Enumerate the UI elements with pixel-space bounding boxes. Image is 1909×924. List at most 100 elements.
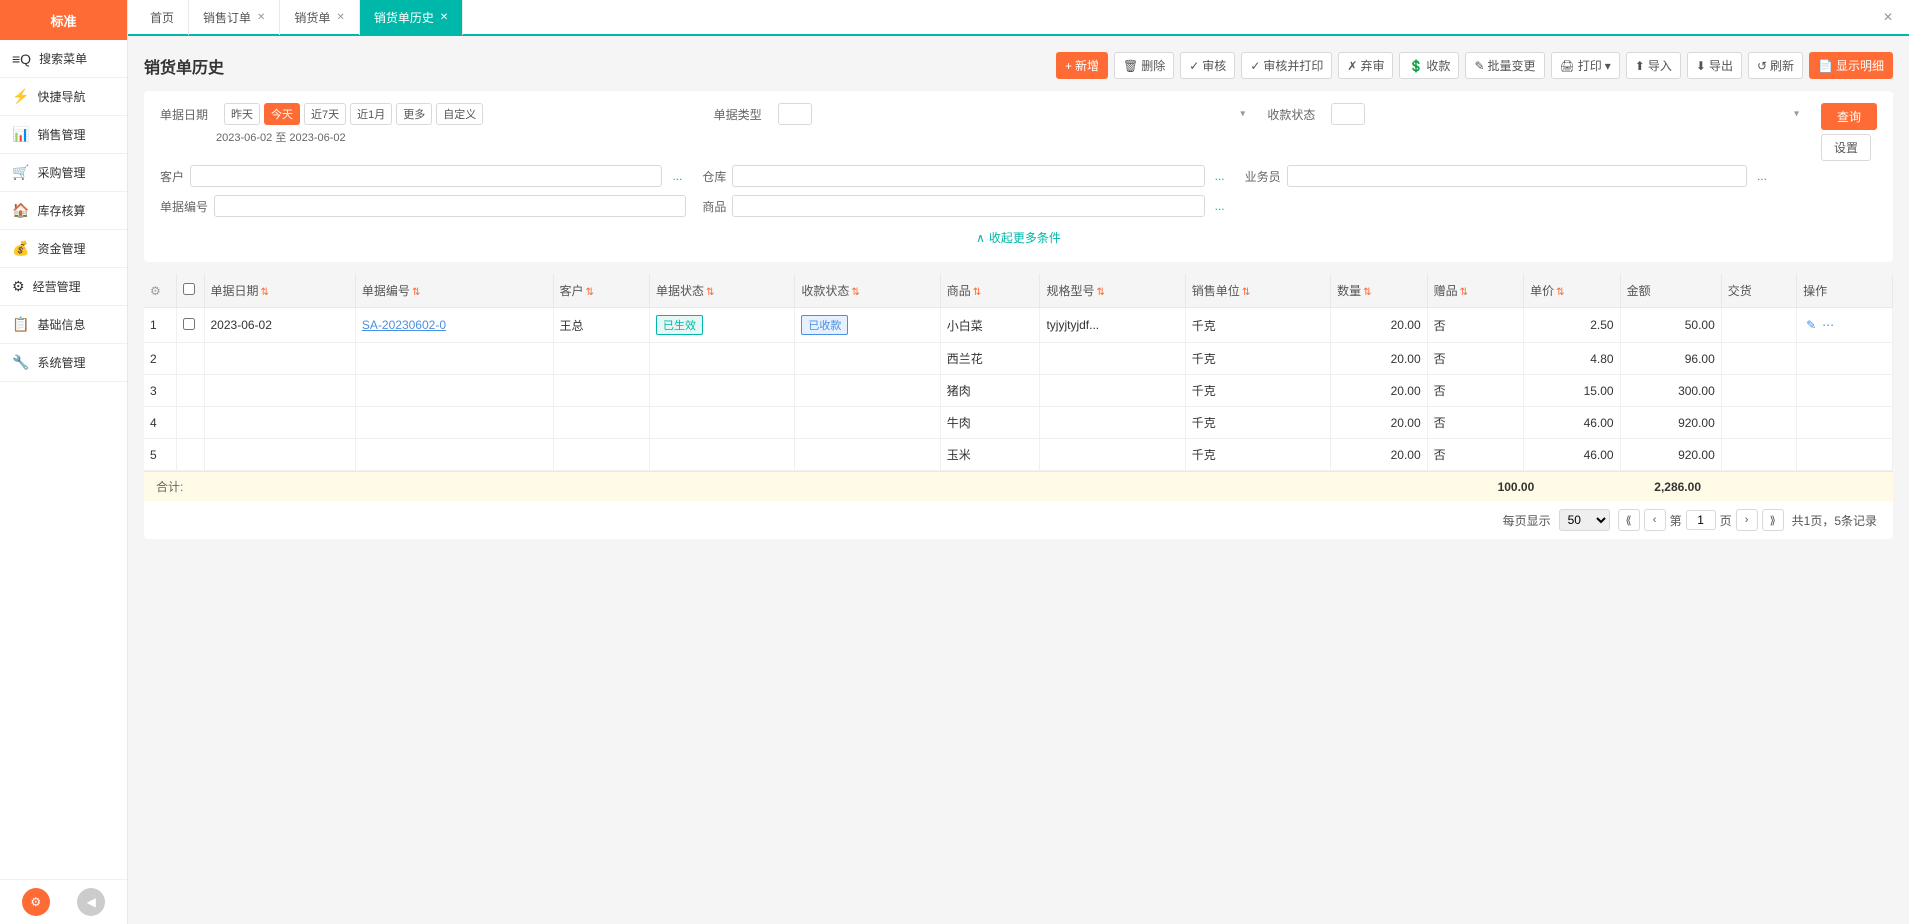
tab-close-sales-goods[interactable]: ✕ <box>336 12 344 23</box>
sidebar-item-search-menu[interactable]: ≡Q 搜索菜单 <box>0 40 127 78</box>
sidebar-item-basic-info[interactable]: 📋 基础信息 <box>0 306 127 344</box>
cell-gift: 否 <box>1427 343 1523 375</box>
setting-button[interactable]: 设置 <box>1821 134 1871 161</box>
sidebar-item-purchase-mgmt[interactable]: 🛒 采购管理 <box>0 154 127 192</box>
show-detail-button[interactable]: 📄 显示明细 <box>1809 52 1893 79</box>
goods-input[interactable] <box>732 195 1204 217</box>
cell-collect-status <box>795 375 940 407</box>
sidebar-item-label: 搜索菜单 <box>39 50 87 67</box>
tab-close-sales-order[interactable]: ✕ <box>257 12 265 23</box>
collect-button[interactable]: 💲 收款 <box>1399 52 1459 79</box>
tab-close-sales-history[interactable]: ✕ <box>440 12 448 23</box>
print-button[interactable]: 🖨 打印 ▾ <box>1551 52 1620 79</box>
sidebar-settings-btn[interactable]: ⚙ <box>22 888 50 916</box>
per-page-select[interactable]: 50 100 <box>1559 509 1610 531</box>
delete-button[interactable]: 🗑 删除 <box>1114 52 1174 79</box>
goods-ellipsis[interactable]: ... <box>1211 199 1229 213</box>
print-icon: 🖨 <box>1560 59 1575 73</box>
cell-spec <box>1040 439 1185 471</box>
page-first-btn[interactable]: ⟪ <box>1618 509 1640 531</box>
tab-sales-history[interactable]: 销货单历史 ✕ <box>360 0 463 35</box>
col-price[interactable]: 单价⇅ <box>1524 274 1620 308</box>
table-row: 5 玉米 千克 20.00 否 46.00 920.00 <box>144 439 1893 471</box>
salesman-input[interactable] <box>1287 165 1747 187</box>
col-customer[interactable]: 客户⇅ <box>553 274 649 308</box>
col-spec[interactable]: 规格型号⇅ <box>1040 274 1185 308</box>
sidebar-item-inventory[interactable]: 🏠 库存核算 <box>0 192 127 230</box>
cell-price: 15.00 <box>1524 375 1620 407</box>
col-order-status[interactable]: 单据状态⇅ <box>650 274 795 308</box>
date-btn-today[interactable]: 今天 <box>264 103 300 125</box>
sidebar-item-label: 快捷导航 <box>37 88 85 105</box>
page-last-btn[interactable]: ⟫ <box>1762 509 1784 531</box>
query-button[interactable]: 查询 <box>1821 103 1877 130</box>
date-group: 昨天 今天 近7天 近1月 更多 自定义 <box>224 103 483 125</box>
filter-more-btn[interactable]: ∧ 收起更多条件 <box>972 225 1065 250</box>
customer-input[interactable] <box>190 165 662 187</box>
salesman-ellipsis[interactable]: ... <box>1753 169 1771 183</box>
cell-row-num: 1 <box>144 308 176 343</box>
date-btn-yesterday[interactable]: 昨天 <box>224 103 260 125</box>
customer-label: 客户 <box>160 168 184 185</box>
col-collect-status[interactable]: 收款状态⇅ <box>795 274 940 308</box>
sidebar-collapse-btn[interactable]: ◀ <box>77 888 105 916</box>
spec-sort-icon: ⇅ <box>1096 287 1104 298</box>
tab-sales-order[interactable]: 销售订单 ✕ <box>189 0 280 35</box>
order-no-link[interactable]: SA-20230602-0 <box>362 318 446 332</box>
table-gear-icon[interactable]: ⚙ <box>150 284 161 298</box>
cell-date <box>204 439 355 471</box>
audit-button[interactable]: ✓ 审核 <box>1180 52 1235 79</box>
col-date[interactable]: 单据日期⇅ <box>204 274 355 308</box>
more-action-btn[interactable]: ⋯ <box>1822 318 1834 332</box>
col-qty[interactable]: 数量⇅ <box>1331 274 1427 308</box>
sidebar-item-ops-mgmt[interactable]: ⚙ 经营管理 <box>0 268 127 306</box>
sidebar-item-quick-nav[interactable]: ⚡ 快捷导航 <box>0 78 127 116</box>
col-goods[interactable]: 商品⇅ <box>940 274 1040 308</box>
cell-checkbox <box>176 343 204 375</box>
sidebar-item-label: 资金管理 <box>37 240 85 257</box>
collect-select[interactable] <box>1331 103 1365 125</box>
col-unit[interactable]: 销售单位⇅ <box>1185 274 1330 308</box>
customer-ellipsis[interactable]: ... <box>668 169 686 183</box>
page-next-btn[interactable]: › <box>1736 509 1758 531</box>
batch-change-button[interactable]: ✎ 批量变更 <box>1465 52 1544 79</box>
tab-home[interactable]: 首页 <box>136 0 189 35</box>
cell-price: 46.00 <box>1524 407 1620 439</box>
cell-order-no <box>355 439 553 471</box>
sidebar-item-sales-mgmt[interactable]: 📊 销售管理 <box>0 116 127 154</box>
date-btn-custom[interactable]: 自定义 <box>436 103 483 125</box>
sidebar-item-finance[interactable]: 💰 资金管理 <box>0 230 127 268</box>
page-prev-btn[interactable]: ‹ <box>1644 509 1666 531</box>
sidebar-logo: 标准 <box>0 0 127 40</box>
warehouse-input[interactable] <box>732 165 1204 187</box>
goods-label: 商品 <box>702 198 726 215</box>
cell-order-no <box>355 375 553 407</box>
date-btn-7days[interactable]: 近7天 <box>304 103 346 125</box>
refresh-button[interactable]: ↺ 刷新 <box>1748 52 1803 79</box>
cell-collect-status <box>795 439 940 471</box>
row-checkbox[interactable] <box>183 318 195 330</box>
date-btn-more[interactable]: 更多 <box>396 103 432 125</box>
edit-action-btn[interactable]: ✎ <box>1806 318 1816 332</box>
sidebar-item-sys-mgmt[interactable]: 🔧 系统管理 <box>0 344 127 382</box>
batch-change-icon: ✎ <box>1474 59 1484 73</box>
col-gear[interactable]: ⚙ <box>144 274 176 308</box>
audit-print-button[interactable]: ✓ 审核并打印 <box>1241 52 1332 79</box>
new-button[interactable]: + 新增 <box>1056 52 1108 79</box>
col-order-no[interactable]: 单据编号⇅ <box>355 274 553 308</box>
order-num-input[interactable] <box>214 195 686 217</box>
sidebar-item-label: 基础信息 <box>37 316 85 333</box>
cell-order-status <box>650 439 795 471</box>
type-select[interactable] <box>778 103 812 125</box>
import-button[interactable]: ⬆ 导入 <box>1626 52 1681 79</box>
select-all-checkbox[interactable] <box>183 283 195 295</box>
col-gift[interactable]: 赠品⇅ <box>1427 274 1523 308</box>
export-button[interactable]: ⬇ 导出 <box>1687 52 1742 79</box>
cell-order-no <box>355 407 553 439</box>
date-btn-1month[interactable]: 近1月 <box>350 103 392 125</box>
page-input[interactable] <box>1686 510 1716 530</box>
abandon-button[interactable]: ✗ 弃审 <box>1338 52 1393 79</box>
tab-sales-goods[interactable]: 销货单 ✕ <box>280 0 359 35</box>
tab-bar-close-btn[interactable]: ✕ <box>1875 10 1901 24</box>
warehouse-ellipsis[interactable]: ... <box>1211 169 1229 183</box>
